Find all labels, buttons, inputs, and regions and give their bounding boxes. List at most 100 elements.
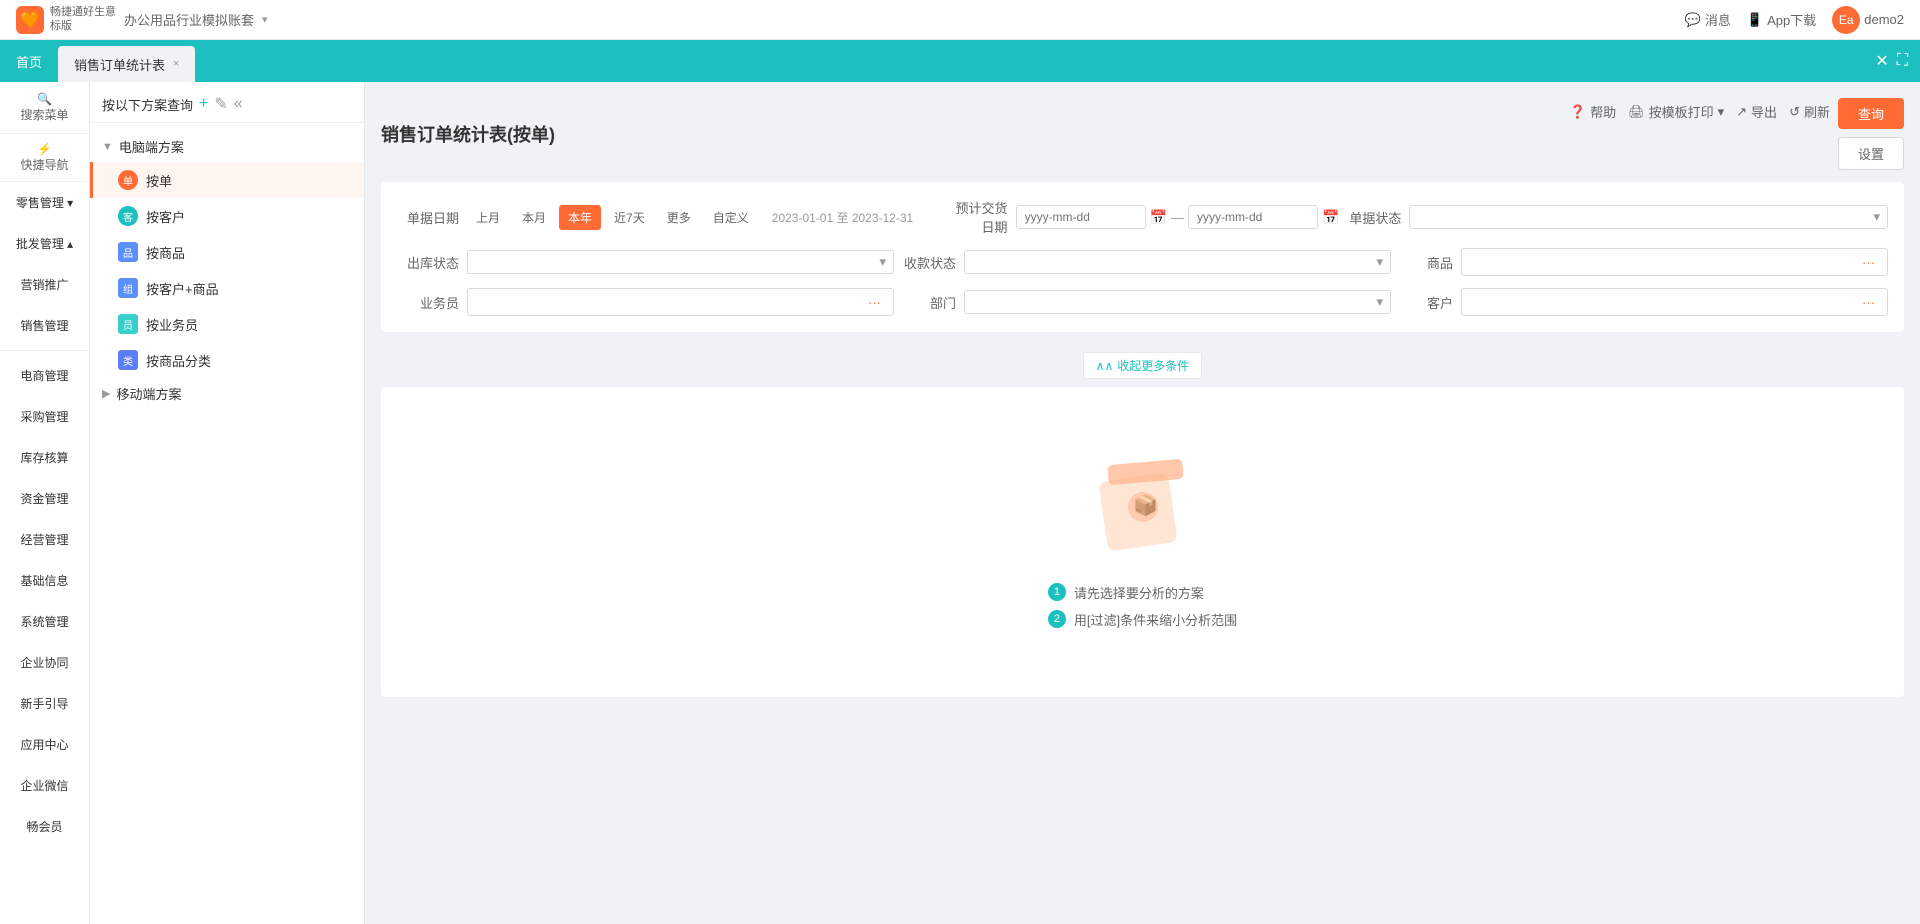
tab-close-icon[interactable]: × — [173, 58, 179, 70]
tab-bar-actions: ✕ ⛶ — [1875, 51, 1920, 71]
shortcut-custom[interactable]: 自定义 — [704, 205, 758, 230]
username: demo2 — [1864, 12, 1904, 27]
sidebar-item-retail[interactable]: 零售管理 ▾ — [0, 182, 89, 223]
sidebar-quick-nav-label: 快捷导航 — [0, 156, 89, 173]
doc-title: 办公用品行业模拟账套 — [124, 10, 254, 29]
shortcut-last-month[interactable]: 上月 — [467, 205, 509, 230]
sidebar-quick-nav[interactable]: ⚡ 快捷导航 — [0, 134, 89, 182]
payment-status-select[interactable] — [964, 250, 1391, 274]
sidebar-item-collab[interactable]: 企业协同 — [0, 642, 89, 683]
shortcut-this-month[interactable]: 本月 — [513, 205, 555, 230]
help-btn[interactable]: ❓ 帮助 — [1570, 102, 1616, 121]
scheme-collapse-btn[interactable]: « — [234, 95, 243, 113]
refresh-label: 刷新 — [1804, 102, 1830, 121]
sidebar-item-marketing[interactable]: 营销推广 — [0, 264, 89, 305]
payment-status-label: 收款状态 — [894, 253, 964, 272]
sidebar-item-wholesale[interactable]: 批发管理 ▴ — [0, 223, 89, 264]
salesperson-ellipsis[interactable]: ··· — [864, 295, 885, 310]
sidebar-item-member[interactable]: 畅会员 — [0, 806, 89, 847]
hint-text-1: 请先选择要分析的方案 — [1074, 583, 1204, 602]
logo-line2: 标版 — [50, 20, 116, 33]
query-button[interactable]: 查询 — [1838, 98, 1904, 129]
shortcut-7days[interactable]: 近7天 — [605, 205, 654, 230]
scheme-item-goods-label: 按商品 — [146, 243, 185, 262]
department-select[interactable] — [964, 290, 1391, 314]
scheme-group-arrow: ▼ — [102, 141, 113, 153]
department-control — [964, 290, 1391, 314]
delivery-date-end[interactable] — [1188, 205, 1318, 229]
status-select-wrap — [1409, 205, 1888, 229]
print-btn[interactable]: 🖨 按模板打印 ▾ — [1628, 102, 1724, 121]
sidebar-item-guide[interactable]: 新手引导 — [0, 683, 89, 724]
delivery-date-start[interactable] — [1016, 205, 1146, 229]
date-control: 上月 本月 本年 近7天 更多 自定义 2023-01-01 至 2023-12… — [467, 205, 946, 230]
sidebar-item-finance[interactable]: 资金管理 — [0, 478, 89, 519]
page-action-group: ❓ 帮助 🖨 按模板打印 ▾ ↗ 导出 — [1570, 102, 1830, 121]
shortcut-more[interactable]: 更多 — [658, 205, 700, 230]
avatar: Ea — [1832, 6, 1860, 34]
scheme-item-order-icon: 单 — [118, 170, 138, 190]
status-select[interactable] — [1409, 205, 1888, 229]
payment-status-control — [964, 250, 1391, 274]
sidebar-search-label: 搜索菜单 — [8, 106, 81, 123]
message-label: 消息 — [1705, 10, 1731, 29]
ship-status-select[interactable] — [467, 250, 894, 274]
scheme-edit-btn[interactable]: ✎ — [214, 94, 227, 114]
sidebar-item-app[interactable]: 应用中心 — [0, 724, 89, 765]
sidebar-item-sales[interactable]: 销售管理 — [0, 305, 89, 346]
collapse-button[interactable]: ∧∧ 收起更多条件 — [1083, 352, 1203, 379]
dropdown-icon[interactable]: ▾ — [262, 13, 268, 26]
customer-input-area[interactable]: ··· — [1461, 288, 1888, 316]
app-download-btn[interactable]: 📱 App下载 — [1747, 10, 1816, 29]
scheme-item-by-salesperson[interactable]: 员 按业务员 — [90, 306, 364, 342]
sidebar-item-basic[interactable]: 基础信息 — [0, 560, 89, 601]
shortcut-this-year[interactable]: 本年 — [559, 205, 601, 230]
refresh-btn[interactable]: ↺ 刷新 — [1789, 102, 1830, 121]
tab-bar: 首页 销售订单统计表 × ✕ ⛶ — [0, 40, 1920, 82]
department-select-wrap — [964, 290, 1391, 314]
sidebar-item-ecommerce[interactable]: 电商管理 — [0, 355, 89, 396]
goods-input-area[interactable]: ··· — [1461, 248, 1888, 276]
customer-ellipsis[interactable]: ··· — [1858, 295, 1879, 310]
scheme-item-by-category[interactable]: 类 按商品分类 — [90, 342, 364, 378]
top-bar-right: 💬 消息 📱 App下载 Ea demo2 — [1685, 6, 1904, 34]
filter-row-1: 单据日期 上月 本月 本年 近7天 更多 自定义 20 — [397, 198, 1888, 236]
scheme-group-mobile-header[interactable]: ▶ 移动端方案 — [90, 378, 364, 409]
user-area[interactable]: Ea demo2 — [1832, 6, 1904, 34]
hint-num-2: 2 — [1048, 610, 1066, 628]
sidebar-item-inventory[interactable]: 库存核算 — [0, 437, 89, 478]
window-close-icon[interactable]: ✕ — [1875, 51, 1888, 71]
sidebar-item-basic-label: 基础信息 — [20, 574, 68, 588]
tab-sales-stats[interactable]: 销售订单统计表 × — [58, 46, 195, 82]
scheme-header-title: 按以下方案查询 — [102, 95, 193, 114]
scheme-group-pc-header[interactable]: ▼ 电脑端方案 — [90, 131, 364, 162]
sidebar-item-purchase[interactable]: 采购管理 — [0, 396, 89, 437]
tab-home[interactable]: 首页 — [0, 40, 58, 82]
main-panel-inner: 销售订单统计表(按单) ❓ 帮助 🖨 按模板打印 ▾ — [365, 82, 1920, 924]
salesperson-input-area[interactable]: ··· — [467, 288, 894, 316]
scheme-item-by-order[interactable]: 单 按单 — [90, 162, 364, 198]
ship-status-label: 出库状态 — [397, 253, 467, 272]
sidebar: 🔍 搜索菜单 ⚡ 快捷导航 零售管理 ▾ 批发管理 ▴ 营销推广 销售管理 电商… — [0, 82, 90, 924]
empty-hint-2: 2 用[过滤]条件来缩小分析范围 — [1048, 610, 1237, 629]
scheme-add-btn[interactable]: + — [199, 95, 208, 113]
export-btn[interactable]: ↗ 导出 — [1736, 102, 1777, 121]
goods-ellipsis[interactable]: ··· — [1858, 255, 1879, 270]
scheme-item-by-customer-goods[interactable]: 组 按客户+商品 — [90, 270, 364, 306]
scheme-item-sales-icon: 员 — [118, 314, 138, 334]
logo-icon: 🧡 — [16, 6, 44, 34]
sidebar-item-member-label: 畅会员 — [26, 820, 62, 834]
sidebar-item-system[interactable]: 系统管理 — [0, 601, 89, 642]
sidebar-search[interactable]: 🔍 搜索菜单 — [0, 82, 89, 134]
setting-button[interactable]: 设置 — [1838, 137, 1904, 170]
date-label: 单据日期 — [397, 208, 467, 227]
window-expand-icon[interactable]: ⛶ — [1897, 52, 1908, 70]
sidebar-item-wechat[interactable]: 企业微信 — [0, 765, 89, 806]
date-dash: — — [1171, 210, 1184, 225]
message-btn[interactable]: 💬 消息 — [1685, 10, 1731, 29]
sidebar-item-operations[interactable]: 经营管理 — [0, 519, 89, 560]
filter-row-2: 出库状态 收款状态 — [397, 248, 1888, 276]
sidebar-item-guide-label: 新手引导 — [20, 697, 68, 711]
scheme-item-by-customer[interactable]: 客 按客户 — [90, 198, 364, 234]
scheme-item-by-goods[interactable]: 品 按商品 — [90, 234, 364, 270]
